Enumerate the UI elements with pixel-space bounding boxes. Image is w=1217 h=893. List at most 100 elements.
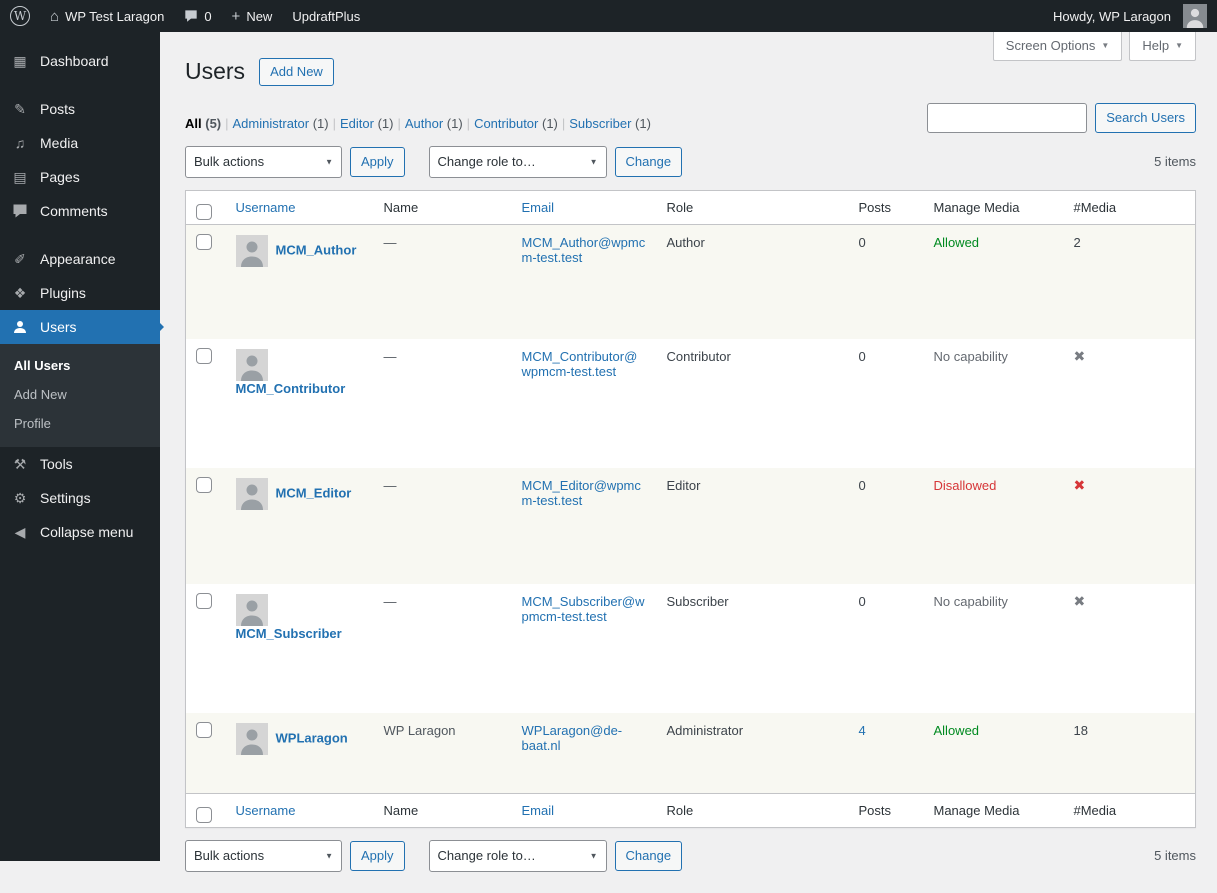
updraftplus-menu[interactable]: UpdraftPlus	[282, 0, 370, 32]
email-cell: MCM_Contributor@wpmcm-test.test	[512, 339, 657, 468]
change-button[interactable]: Change	[615, 147, 683, 177]
bulk-actions-select-bottom[interactable]: Bulk actions	[185, 840, 342, 872]
column-header-username[interactable]: Username	[236, 200, 296, 215]
column-header-posts: Posts	[849, 190, 924, 224]
sidebar-item-pages[interactable]: ▤ Pages	[0, 160, 160, 194]
sidebar-label-settings: Settings	[40, 490, 91, 506]
collapse-menu-button[interactable]: ◀ Collapse menu	[0, 515, 160, 549]
sidebar-item-plugins[interactable]: ❖ Plugins	[0, 276, 160, 310]
posts-cell[interactable]: 4	[849, 713, 924, 793]
my-account-menu[interactable]: Howdy, WP Laragon	[1043, 0, 1217, 32]
collapse-icon: ◀	[10, 524, 30, 541]
filter-count: (1)	[542, 116, 558, 131]
search-users-input[interactable]	[927, 103, 1087, 133]
username-link[interactable]: MCM_Contributor	[236, 381, 346, 396]
email-link[interactable]: MCM_Author@wpmcm-test.test	[522, 235, 647, 265]
column-footer-email[interactable]: Email	[522, 803, 555, 818]
sidebar-label-appearance: Appearance	[40, 251, 116, 267]
apply-button[interactable]: Apply	[350, 147, 405, 177]
filter-subscriber[interactable]: Subscriber (1)	[569, 116, 651, 131]
new-content-menu[interactable]: + New	[222, 0, 283, 32]
submenu-item-add-new[interactable]: Add New	[0, 380, 160, 409]
sidebar-item-tools[interactable]: ⚒ Tools	[0, 447, 160, 481]
wp-logo-menu[interactable]: W	[0, 0, 40, 32]
change-role-select-bottom[interactable]: Change role to…	[429, 840, 607, 872]
table-footer-row: Username Name Email Role Posts Manage Me…	[186, 793, 1196, 827]
table-row: WPLaragon WP Laragon WPLaragon@de-baat.n…	[186, 713, 1196, 793]
row-checkbox[interactable]	[196, 348, 212, 364]
manage-media-status: Allowed	[934, 723, 980, 738]
submenu-item-all-users[interactable]: All Users	[0, 351, 160, 380]
name-cell: WP Laragon	[374, 713, 512, 793]
sidebar-label-pages: Pages	[40, 169, 80, 185]
sidebar-item-posts[interactable]: ✎ Posts	[0, 92, 160, 126]
avatar	[236, 235, 268, 267]
apply-button-bottom[interactable]: Apply	[350, 841, 405, 871]
media-count-cell: 18	[1064, 713, 1196, 793]
sidebar-item-settings[interactable]: ⚙ Settings	[0, 481, 160, 515]
email-link[interactable]: MCM_Editor@wpmcm-test.test	[522, 478, 647, 508]
username-link[interactable]: MCM_Editor	[276, 486, 352, 501]
filter-all[interactable]: All (5)	[185, 116, 221, 131]
column-footer-manage-media: Manage Media	[924, 793, 1064, 827]
menu-separator	[0, 78, 160, 92]
manage-media-status: Disallowed	[934, 478, 997, 493]
select-all-checkbox[interactable]	[196, 807, 212, 823]
sidebar-label-dashboard: Dashboard	[40, 53, 109, 69]
email-link[interactable]: MCM_Contributor@wpmcm-test.test	[522, 349, 647, 379]
sidebar-item-media[interactable]: ♫ Media	[0, 126, 160, 160]
avatar	[236, 349, 268, 381]
filter-author[interactable]: Author (1)	[405, 116, 463, 131]
email-cell: MCM_Author@wpmcm-test.test	[512, 224, 657, 339]
admin-bar: W ⌂ WP Test Laragon 0 + New UpdraftPlus …	[0, 0, 1217, 32]
sidebar-item-comments[interactable]: Comments	[0, 194, 160, 228]
add-new-user-button[interactable]: Add New	[259, 58, 334, 86]
sidebar-item-users[interactable]: Users	[0, 310, 160, 344]
table-row: MCM_Editor — MCM_Editor@wpmcm-test.test …	[186, 468, 1196, 584]
plus-icon: +	[232, 9, 241, 24]
row-checkbox[interactable]	[196, 234, 212, 250]
filter-count: (1)	[378, 116, 394, 131]
filter-editor[interactable]: Editor (1)	[340, 116, 393, 131]
screen-options-button[interactable]: Screen Options ▼	[993, 32, 1123, 61]
row-checkbox[interactable]	[196, 477, 212, 493]
table-row: MCM_Contributor — MCM_Contributor@wpmcm-…	[186, 339, 1196, 468]
email-cell: MCM_Subscriber@wpmcm-test.test	[512, 584, 657, 713]
filter-administrator[interactable]: Administrator (1)	[233, 116, 329, 131]
sidebar-item-appearance[interactable]: ✐ Appearance	[0, 242, 160, 276]
email-link[interactable]: MCM_Subscriber@wpmcm-test.test	[522, 594, 647, 624]
username-link[interactable]: WPLaragon	[276, 731, 348, 746]
change-role-select[interactable]: Change role to…	[429, 146, 607, 178]
media-count-cell: ✖	[1064, 339, 1196, 468]
column-header-email[interactable]: Email	[522, 200, 555, 215]
change-button-bottom[interactable]: Change	[615, 841, 683, 871]
column-header-name: Name	[374, 190, 512, 224]
manage-media-status: No capability	[934, 594, 1008, 609]
username-link[interactable]: MCM_Author	[276, 242, 357, 257]
help-button[interactable]: Help ▼	[1129, 32, 1196, 61]
sidebar-label-media: Media	[40, 135, 78, 151]
select-all-checkbox[interactable]	[196, 204, 212, 220]
posts-cell: 0	[849, 584, 924, 713]
row-checkbox[interactable]	[196, 593, 212, 609]
site-name-menu[interactable]: ⌂ WP Test Laragon	[40, 0, 174, 32]
page-title: Users	[185, 57, 245, 87]
username-link[interactable]: MCM_Subscriber	[236, 626, 342, 641]
manage-media-cell: Allowed	[924, 713, 1064, 793]
plugins-icon: ❖	[10, 285, 30, 302]
column-header-manage-media: Manage Media	[924, 190, 1064, 224]
filter-contributor[interactable]: Contributor (1)	[474, 116, 558, 131]
column-footer-posts: Posts	[849, 793, 924, 827]
manage-media-cell: Allowed	[924, 224, 1064, 339]
email-link[interactable]: WPLaragon@de-baat.nl	[522, 723, 647, 753]
wordpress-logo-icon: W	[10, 6, 30, 26]
row-checkbox[interactable]	[196, 722, 212, 738]
search-users-button[interactable]: Search Users	[1095, 103, 1196, 133]
comments-admin-bar[interactable]: 0	[174, 0, 221, 32]
sidebar-item-dashboard[interactable]: ▦ Dashboard	[0, 44, 160, 78]
email-cell: MCM_Editor@wpmcm-test.test	[512, 468, 657, 584]
column-footer-username[interactable]: Username	[236, 803, 296, 818]
bulk-actions-select[interactable]: Bulk actions	[185, 146, 342, 178]
users-submenu: All Users Add New Profile	[0, 344, 160, 447]
submenu-item-profile[interactable]: Profile	[0, 409, 160, 438]
